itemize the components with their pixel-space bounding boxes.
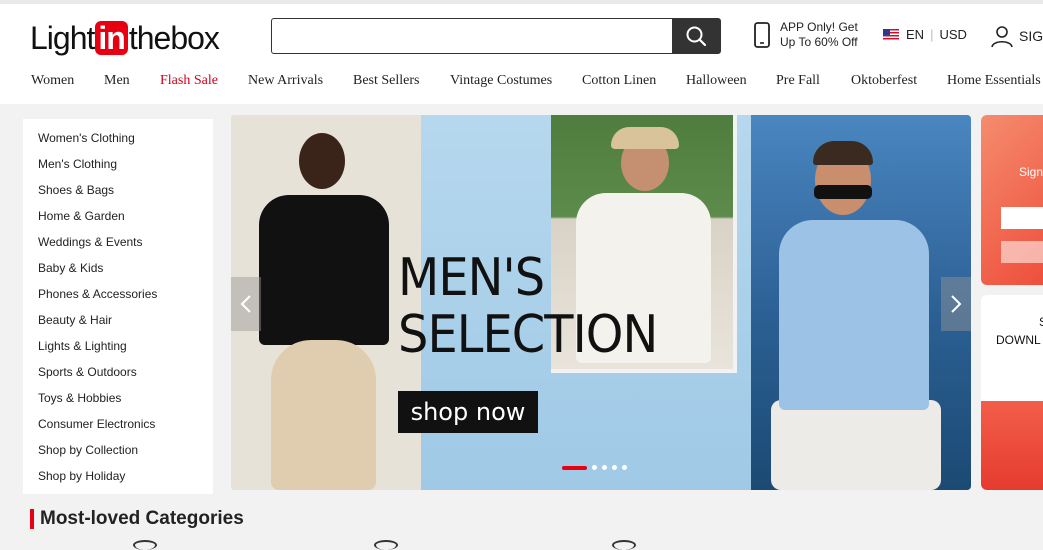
nav-flash-sale[interactable]: Flash Sale <box>160 73 218 89</box>
download-card-image <box>981 401 1043 490</box>
model-2-hat <box>611 127 679 149</box>
nav-women[interactable]: Women <box>31 73 74 89</box>
section-title-text: Most-loved Categories <box>40 508 244 529</box>
sidebar-item-beauty-hair[interactable]: Beauty & Hair <box>23 307 213 333</box>
user-icon <box>991 26 1013 48</box>
signin-promo-card[interactable]: Sign <box>981 115 1043 285</box>
category-icon[interactable] <box>612 540 636 550</box>
carousel-dots <box>562 465 627 470</box>
signin-promo-text: Sign <box>1019 165 1043 179</box>
category-icon[interactable] <box>133 540 157 550</box>
app-download-card[interactable]: S DOWNL <box>981 295 1043 490</box>
nav-home-essentials[interactable]: Home Essentials <box>947 73 1041 89</box>
nav-vintage-costumes[interactable]: Vintage Costumes <box>450 73 552 89</box>
logo-text-post: thebox <box>128 19 220 56</box>
banner-prev-button[interactable] <box>231 277 261 331</box>
banner-headline-line1: MEN'S <box>398 248 545 308</box>
download-card-text-2: DOWNL <box>996 333 1041 347</box>
model-3-sunglasses <box>814 185 872 199</box>
category-sidebar: Women's Clothing Men's Clothing Shoes & … <box>23 119 213 494</box>
chevron-left-icon <box>240 295 251 313</box>
download-card-text-1: S <box>1039 315 1043 329</box>
site-logo[interactable]: Light in thebox <box>30 18 220 58</box>
nav-men[interactable]: Men <box>104 73 130 89</box>
sidebar-item-womens-clothing[interactable]: Women's Clothing <box>23 125 213 151</box>
category-icon[interactable] <box>374 540 398 550</box>
app-promo-line2: Up To 60% Off <box>780 35 858 49</box>
us-flag-icon <box>883 29 899 40</box>
banner-next-button[interactable] <box>941 277 971 331</box>
sidebar-item-weddings-events[interactable]: Weddings & Events <box>23 229 213 255</box>
search-button[interactable] <box>672 19 720 53</box>
chevron-right-icon <box>951 295 962 313</box>
section-title-accent <box>30 509 34 529</box>
model-3-pants <box>771 400 941 490</box>
signin-promo-button[interactable] <box>1001 241 1043 263</box>
sidebar-item-home-garden[interactable]: Home & Garden <box>23 203 213 229</box>
sidebar-item-baby-kids[interactable]: Baby & Kids <box>23 255 213 281</box>
currency-label: USD <box>939 27 967 42</box>
search-icon <box>686 26 707 47</box>
search-input[interactable] <box>272 19 672 53</box>
carousel-dot[interactable] <box>622 465 627 470</box>
carousel-dot[interactable] <box>562 465 587 470</box>
search-bar <box>271 18 721 54</box>
nav-oktoberfest[interactable]: Oktoberfest <box>851 73 917 89</box>
nav-new-arrivals[interactable]: New Arrivals <box>248 73 323 89</box>
banner-headline-line2: SELECTION <box>398 305 658 365</box>
signin-link[interactable]: SIGN <box>990 24 1043 48</box>
model-1-pants <box>271 340 376 490</box>
sidebar-item-shoes-bags[interactable]: Shoes & Bags <box>23 177 213 203</box>
sidebar-item-phones-accessories[interactable]: Phones & Accessories <box>23 281 213 307</box>
model-1-head <box>299 133 345 189</box>
nav-cotton-linen[interactable]: Cotton Linen <box>582 73 656 89</box>
phone-icon <box>754 22 770 48</box>
logo-text-mid: in <box>95 21 128 55</box>
sidebar-item-lights-lighting[interactable]: Lights & Lighting <box>23 333 213 359</box>
model-3-shirt <box>779 220 929 410</box>
main-nav: Women Men Flash Sale New Arrivals Best S… <box>0 68 1043 96</box>
signin-promo-field[interactable] <box>1001 207 1043 229</box>
language-label: EN <box>906 27 925 42</box>
signin-label: SIGN <box>1019 28 1043 44</box>
carousel-dot[interactable] <box>612 465 617 470</box>
app-promo-line1: APP Only! Get <box>780 20 858 34</box>
divider: | <box>930 27 934 42</box>
sidebar-item-toys-hobbies[interactable]: Toys & Hobbies <box>23 385 213 411</box>
nav-best-sellers[interactable]: Best Sellers <box>353 73 420 89</box>
model-1-shirt <box>259 195 389 345</box>
sidebar-item-sports-outdoors[interactable]: Sports & Outdoors <box>23 359 213 385</box>
banner-headline: MEN'S SELECTION <box>398 248 658 365</box>
carousel-dot[interactable] <box>602 465 607 470</box>
app-promo[interactable]: APP Only! Get Up To 60% Off <box>752 20 858 50</box>
sidebar-item-shop-by-collection[interactable]: Shop by Collection <box>23 437 213 463</box>
site-header: Light in thebox APP Only! Get Up To 60% Of… <box>0 4 1043 104</box>
model-3-hair <box>813 141 873 165</box>
nav-pre-fall[interactable]: Pre Fall <box>776 73 820 89</box>
section-title: Most-loved Categories <box>30 508 244 530</box>
shop-now-button[interactable]: shop now <box>398 391 538 433</box>
sidebar-item-mens-clothing[interactable]: Men's Clothing <box>23 151 213 177</box>
nav-halloween[interactable]: Halloween <box>686 73 747 89</box>
hero-banner[interactable]: MEN'S SELECTION shop now <box>231 115 971 490</box>
sidebar-item-shop-by-holiday[interactable]: Shop by Holiday <box>23 463 213 489</box>
sidebar-item-consumer-electronics[interactable]: Consumer Electronics <box>23 411 213 437</box>
language-currency-selector[interactable]: EN | USD <box>883 27 967 42</box>
logo-text-pre: Light <box>30 19 95 56</box>
carousel-dot[interactable] <box>592 465 597 470</box>
